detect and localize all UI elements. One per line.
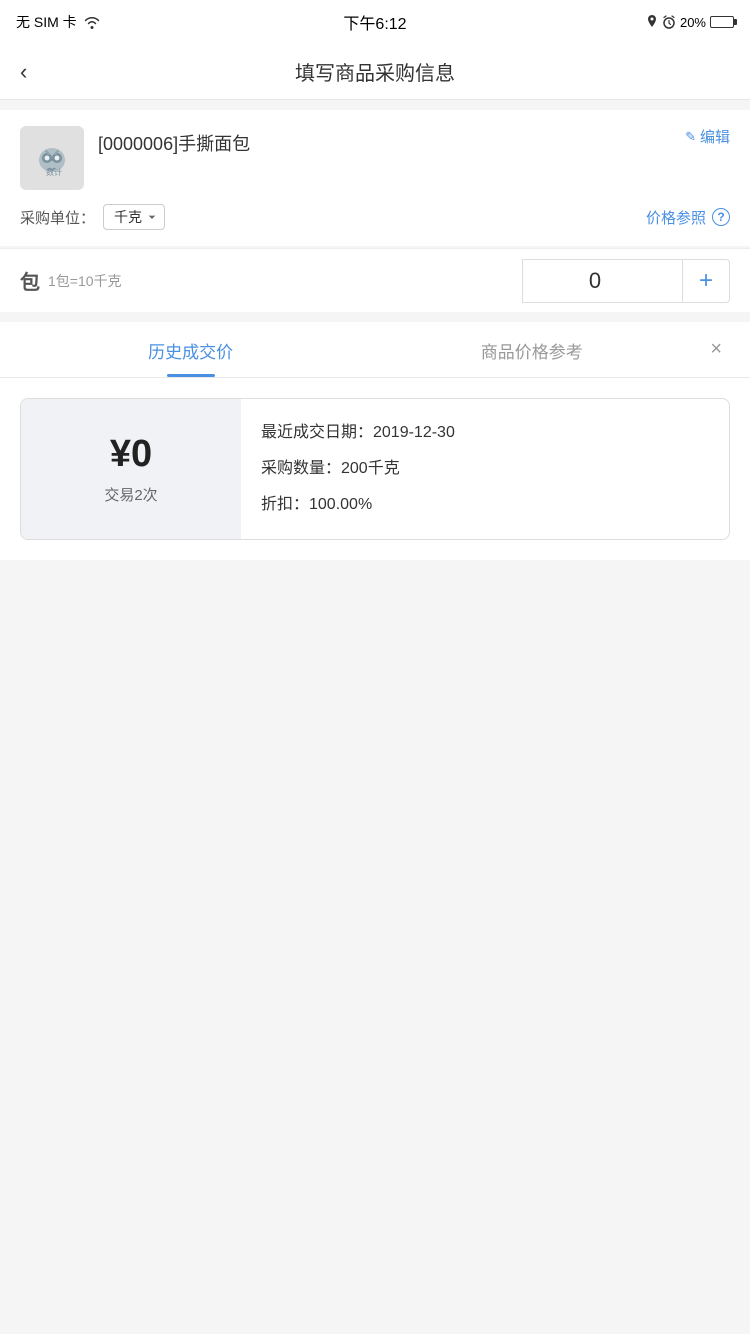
- unit-select[interactable]: 千克 包 件: [103, 204, 165, 230]
- unit-badge: 包: [20, 266, 40, 295]
- location-icon: [646, 15, 658, 29]
- back-button[interactable]: ‹: [20, 55, 35, 89]
- unit-row: 采购单位： 千克 包 件: [20, 204, 165, 230]
- tab-price-ref[interactable]: 商品价格参考: [361, 322, 702, 377]
- tabs-row: 历史成交价 商品价格参考 ×: [0, 322, 750, 377]
- quantity-plus-button[interactable]: +: [682, 259, 730, 303]
- status-bar: 无 SIM 卡 下午6:12 20%: [0, 0, 750, 44]
- product-card: 数计 [0000006]手撕面包 ✎ 编辑 采购单位： 千克 包 件 价格参照 …: [0, 110, 750, 246]
- edit-icon: ✎: [685, 129, 696, 145]
- network-text: 无 SIM 卡: [16, 12, 77, 32]
- quantity-section: 包 1包=10千克 +: [0, 248, 750, 312]
- content-area: [0, 560, 750, 1160]
- tab-history-price[interactable]: 历史成交价: [20, 322, 361, 377]
- price-ref-button[interactable]: 价格参照 ?: [646, 207, 730, 228]
- help-icon: ?: [712, 208, 730, 226]
- owl-icon: 数计: [32, 138, 72, 178]
- edit-button[interactable]: ✎ 编辑: [685, 126, 730, 147]
- quantity-input[interactable]: [522, 259, 682, 303]
- price-amount: ¥0: [110, 433, 152, 476]
- status-left: 无 SIM 卡: [16, 12, 101, 32]
- status-right: 20%: [646, 15, 734, 30]
- price-left-panel: ¥0 交易2次: [21, 399, 241, 539]
- unit-label: 采购单位：: [20, 207, 95, 228]
- discount: 折扣：100.00%: [261, 493, 709, 517]
- status-time: 下午6:12: [343, 10, 406, 34]
- price-ref-label: 价格参照: [646, 207, 706, 228]
- product-bottom: 采购单位： 千克 包 件 价格参照 ?: [20, 204, 730, 230]
- product-top: 数计 [0000006]手撕面包 ✎ 编辑: [20, 126, 730, 190]
- price-card-wrapper: ¥0 交易2次 最近成交日期：2019-12-30 采购数量：200千克 折扣：…: [0, 378, 750, 560]
- battery-icon: [710, 16, 734, 28]
- unit-hint: 1包=10千克: [48, 271, 122, 291]
- price-right-panel: 最近成交日期：2019-12-30 采购数量：200千克 折扣：100.00%: [241, 399, 729, 539]
- product-left: 数计 [0000006]手撕面包: [20, 126, 250, 190]
- product-name: [0000006]手撕面包: [98, 130, 250, 156]
- quantity-label: 包 1包=10千克: [20, 266, 122, 295]
- tabs-container: 历史成交价 商品价格参考 ×: [0, 322, 750, 378]
- header: ‹ 填写商品采购信息: [0, 44, 750, 100]
- page-title: 填写商品采购信息: [295, 57, 455, 86]
- product-image: 数计: [20, 126, 84, 190]
- svg-text:数计: 数计: [46, 167, 62, 177]
- battery-percent: 20%: [680, 15, 706, 30]
- edit-label: 编辑: [700, 126, 730, 147]
- trade-count: 交易2次: [104, 484, 157, 505]
- last-trade-date: 最近成交日期：2019-12-30: [261, 421, 709, 445]
- price-card: ¥0 交易2次 最近成交日期：2019-12-30 采购数量：200千克 折扣：…: [20, 398, 730, 540]
- quantity-input-group: +: [522, 259, 730, 303]
- alarm-icon: [662, 15, 676, 29]
- tab-close-button[interactable]: ×: [702, 330, 730, 369]
- purchase-qty: 采购数量：200千克: [261, 457, 709, 481]
- wifi-icon: [83, 15, 101, 29]
